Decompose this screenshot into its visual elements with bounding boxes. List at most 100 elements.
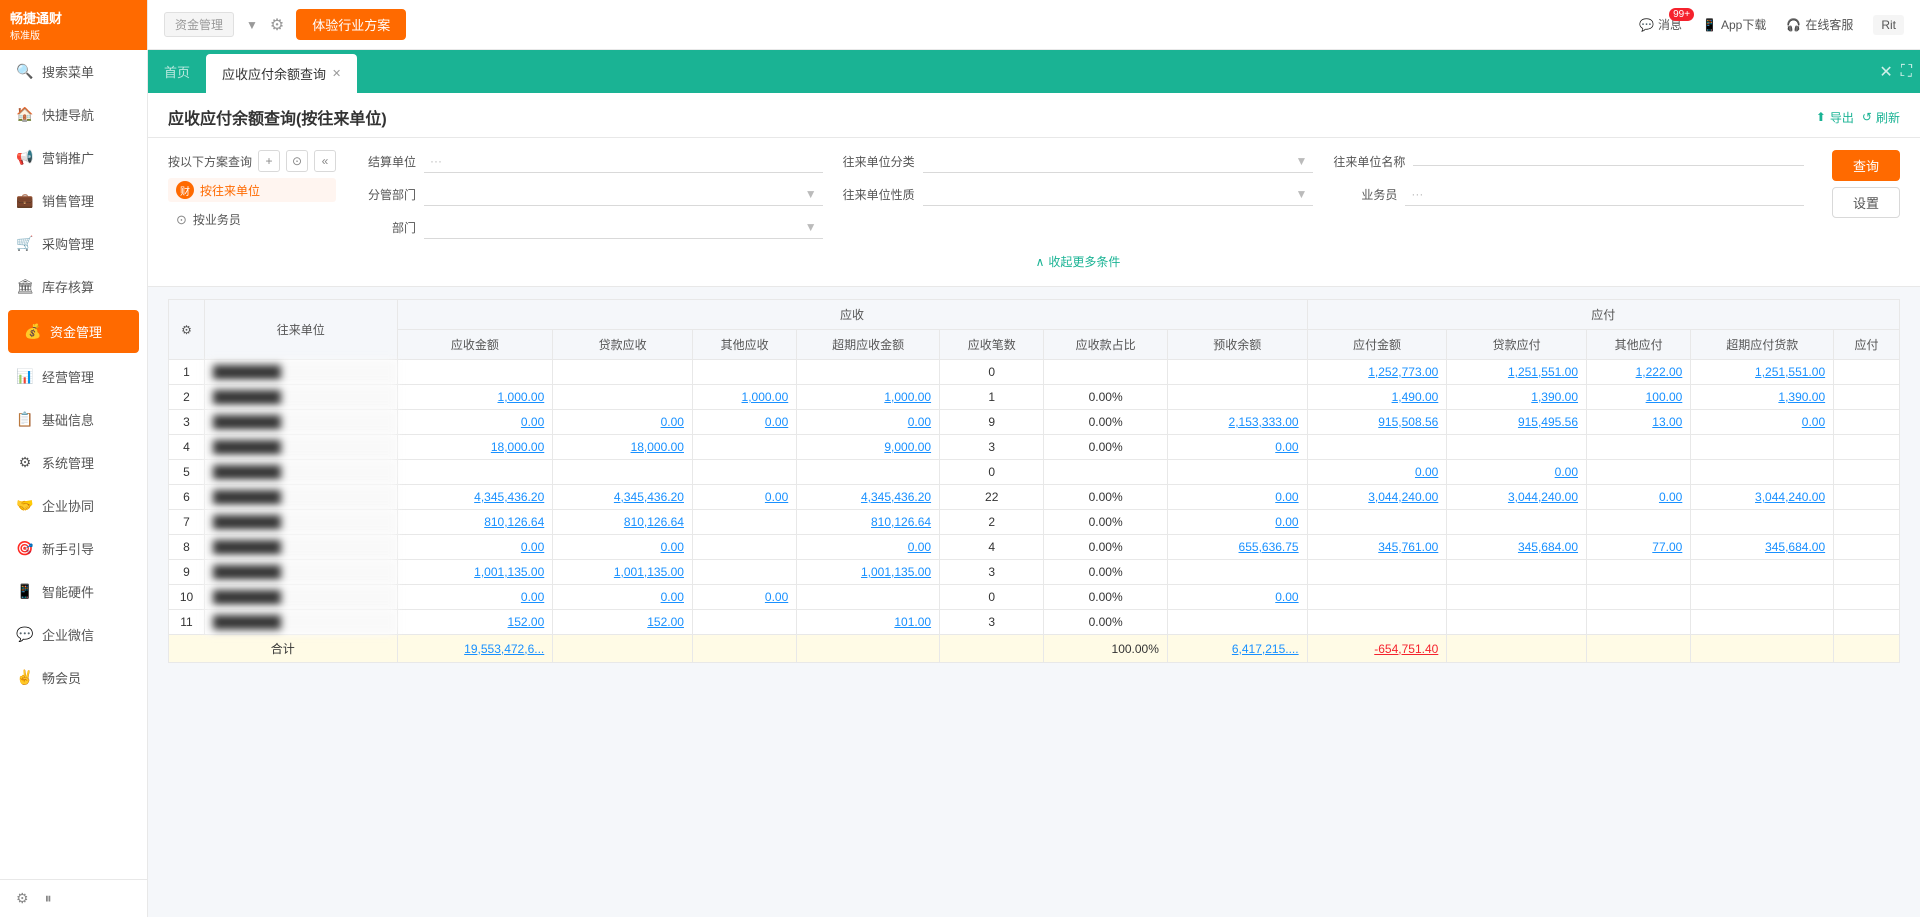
table-cell[interactable]: 345,761.00: [1307, 535, 1447, 560]
table-cell[interactable]: 9,000.00: [797, 435, 940, 460]
table-cell[interactable]: 0.00: [692, 585, 796, 610]
footer-ar-advance[interactable]: 6,417,215....: [1167, 635, 1307, 663]
topbar-online-service[interactable]: 🎧 在线客服: [1786, 16, 1853, 33]
salesman-input[interactable]: ···: [1405, 183, 1804, 206]
tab-close-window-icon[interactable]: ✕: [1879, 62, 1892, 82]
unit-name-input[interactable]: [1413, 157, 1804, 166]
collapse-scheme-button[interactable]: «: [314, 150, 336, 172]
table-cell[interactable]: 0.00: [797, 410, 940, 435]
table-cell[interactable]: 0.00: [1167, 485, 1307, 510]
settings-footer-icon[interactable]: ⚙: [16, 890, 29, 907]
table-cell[interactable]: 152.00: [553, 610, 693, 635]
table-cell[interactable]: 1,001,135.00: [797, 560, 940, 585]
sidebar-item-wechat[interactable]: 💬 企业微信: [0, 613, 147, 656]
table-cell[interactable]: 1,000.00: [692, 385, 796, 410]
export-button[interactable]: ⬆ 导出: [1816, 109, 1854, 126]
setting-button[interactable]: 设置: [1832, 187, 1900, 218]
table-cell[interactable]: 3,044,240.00: [1307, 485, 1447, 510]
table-cell[interactable]: 1,001,135.00: [553, 560, 693, 585]
table-cell[interactable]: 2,153,333.00: [1167, 410, 1307, 435]
table-cell[interactable]: 0.00: [1167, 510, 1307, 535]
table-cell[interactable]: 4,345,436.20: [797, 485, 940, 510]
table-cell[interactable]: 0.00: [1691, 410, 1834, 435]
table-cell[interactable]: 0.00: [692, 485, 796, 510]
dept-input[interactable]: ▼: [424, 183, 823, 206]
collapse-more-button[interactable]: ∧ 收起更多条件: [1036, 249, 1121, 274]
sidebar-item-corp[interactable]: 🤝 企业协同: [0, 484, 147, 527]
refresh-button[interactable]: ↺ 刷新: [1862, 109, 1900, 126]
tab-close-icon[interactable]: ✕: [332, 67, 341, 80]
table-cell[interactable]: 1,251,551.00: [1691, 360, 1834, 385]
sidebar-item-basic[interactable]: 📋 基础信息: [0, 398, 147, 441]
table-wrapper[interactable]: ⚙ 往来单位 应收 应付 应收金额 贷款应收 其他应收 超期应收金额 应收笔数 …: [148, 287, 1920, 917]
settlement-unit-input[interactable]: ···: [424, 150, 823, 173]
sidebar-item-search[interactable]: 🔍 搜索菜单: [0, 50, 147, 93]
sidebar-item-finance[interactable]: 💰 资金管理: [8, 310, 139, 353]
table-cell[interactable]: 1,001,135.00: [397, 560, 553, 585]
table-cell[interactable]: 0.00: [797, 535, 940, 560]
filter-option-by-salesman[interactable]: ⊙ 按业务员: [168, 208, 336, 231]
sidebar-item-system[interactable]: ⚙ 系统管理: [0, 441, 147, 484]
table-cell[interactable]: 100.00: [1587, 385, 1691, 410]
table-cell[interactable]: 1,390.00: [1691, 385, 1834, 410]
footer-ap-amount[interactable]: -654,751.40: [1307, 635, 1447, 663]
topbar-dropdown-icon[interactable]: ▼: [246, 18, 258, 32]
table-cell[interactable]: 810,126.64: [397, 510, 553, 535]
table-cell[interactable]: 0.00: [397, 410, 553, 435]
sidebar-item-hardware[interactable]: 📱 智能硬件: [0, 570, 147, 613]
manage-scheme-button[interactable]: ⊙: [286, 150, 308, 172]
table-cell[interactable]: 0.00: [1167, 435, 1307, 460]
table-cell[interactable]: 152.00: [397, 610, 553, 635]
table-cell[interactable]: 4,345,436.20: [553, 485, 693, 510]
table-cell[interactable]: 18,000.00: [397, 435, 553, 460]
table-cell[interactable]: 0.00: [1587, 485, 1691, 510]
table-cell[interactable]: 1,252,773.00: [1307, 360, 1447, 385]
add-scheme-button[interactable]: +: [258, 150, 280, 172]
tab-expand-icon[interactable]: ⛶: [1901, 63, 1912, 81]
sidebar-item-marketing[interactable]: 📢 营销推广: [0, 136, 147, 179]
table-cell[interactable]: 1,251,551.00: [1447, 360, 1587, 385]
table-cell[interactable]: 13.00: [1587, 410, 1691, 435]
table-cell[interactable]: 0.00: [1167, 585, 1307, 610]
th-settings[interactable]: ⚙: [169, 300, 205, 360]
table-cell[interactable]: 0.00: [553, 410, 693, 435]
table-cell[interactable]: 345,684.00: [1447, 535, 1587, 560]
table-cell[interactable]: 3,044,240.00: [1447, 485, 1587, 510]
table-cell[interactable]: 4,345,436.20: [397, 485, 553, 510]
topbar-user-info[interactable]: Rit: [1873, 15, 1904, 35]
collapse-footer-icon[interactable]: ⏸: [45, 890, 52, 907]
table-cell[interactable]: 77.00: [1587, 535, 1691, 560]
footer-ar-amount[interactable]: 19,553,472,6...: [397, 635, 553, 663]
table-cell[interactable]: 655,636.75: [1167, 535, 1307, 560]
table-cell[interactable]: 0.00: [553, 585, 693, 610]
tab-ar[interactable]: 应收应付余额查询 ✕: [206, 54, 357, 93]
table-cell[interactable]: 0.00: [397, 535, 553, 560]
sidebar-item-sales[interactable]: 💼 销售管理: [0, 179, 147, 222]
table-cell[interactable]: 0.00: [1307, 460, 1447, 485]
unit-nature-input[interactable]: ▼: [923, 183, 1314, 206]
table-cell[interactable]: 18,000.00: [553, 435, 693, 460]
sidebar-item-member[interactable]: ✌ 畅会员: [0, 656, 147, 699]
trial-industry-button[interactable]: 体验行业方案: [296, 9, 406, 40]
table-cell[interactable]: 1,000.00: [797, 385, 940, 410]
table-cell[interactable]: 0.00: [692, 410, 796, 435]
table-cell[interactable]: 1,000.00: [397, 385, 553, 410]
table-cell[interactable]: 345,684.00: [1691, 535, 1834, 560]
sidebar-item-guide[interactable]: 🎯 新手引导: [0, 527, 147, 570]
table-cell[interactable]: 0.00: [1447, 460, 1587, 485]
table-cell[interactable]: 915,495.56: [1447, 410, 1587, 435]
table-cell[interactable]: 915,508.56: [1307, 410, 1447, 435]
sidebar-item-purchase[interactable]: 🛒 采购管理: [0, 222, 147, 265]
table-cell[interactable]: 1,222.00: [1587, 360, 1691, 385]
sidebar-item-inventory[interactable]: 🏛 库存核算: [0, 265, 147, 308]
topbar-gear-icon[interactable]: ⚙: [270, 15, 284, 35]
department-input[interactable]: ▼: [424, 216, 823, 239]
table-cell[interactable]: 1,490.00: [1307, 385, 1447, 410]
tab-home[interactable]: 首页: [148, 52, 206, 91]
table-cell[interactable]: 1,390.00: [1447, 385, 1587, 410]
table-cell[interactable]: 810,126.64: [797, 510, 940, 535]
unit-category-input[interactable]: ▼: [923, 150, 1314, 173]
table-cell[interactable]: 810,126.64: [553, 510, 693, 535]
table-cell[interactable]: 101.00: [797, 610, 940, 635]
topbar-message[interactable]: 💬 消息 99+: [1639, 16, 1682, 33]
